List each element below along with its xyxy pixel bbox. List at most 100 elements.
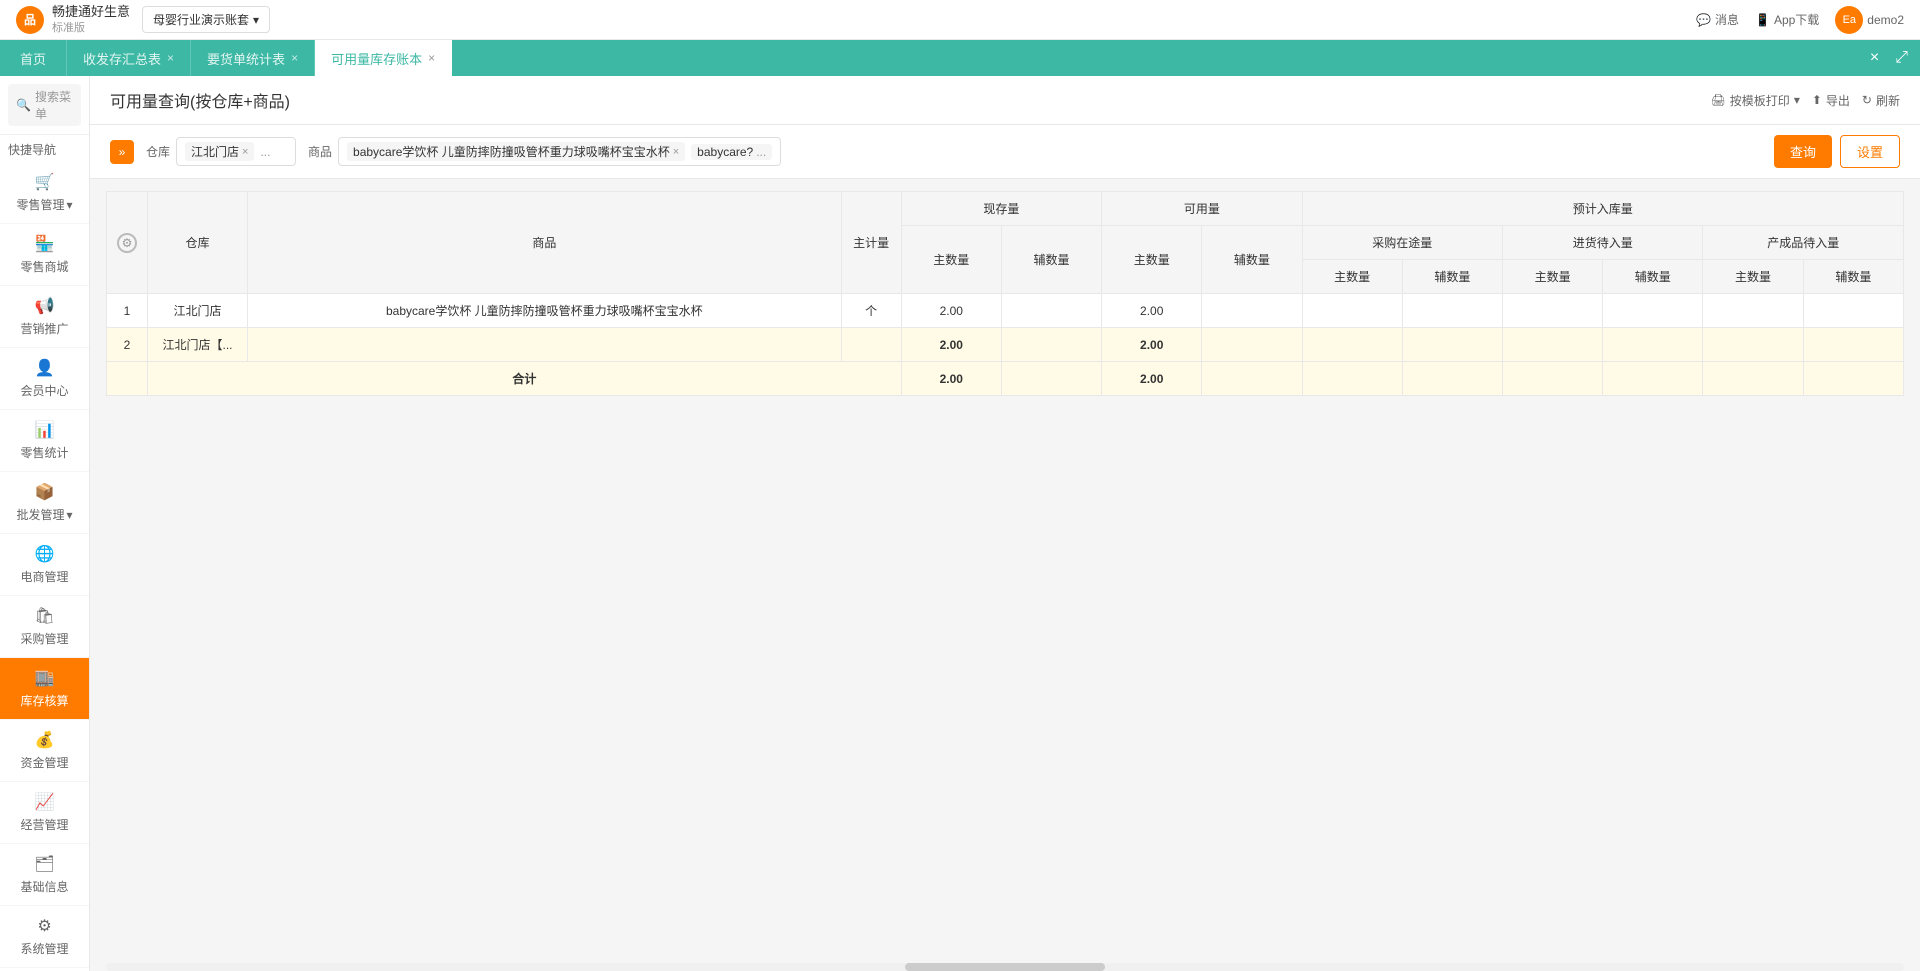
warehouse-tag-remove[interactable]: ×: [242, 146, 248, 158]
incoming-aux-header: 辅数量: [1603, 260, 1703, 294]
top-bar: 品 畅捷通好生意 标准版 母婴行业演示账套 ▾ 💬 消息 📱 App下载 Ea …: [0, 0, 1920, 40]
tab-order-stats-close[interactable]: ×: [291, 51, 298, 65]
print-template-button[interactable]: 🖨 按模板打印 ▾: [1711, 92, 1800, 109]
product-tag-2: babycare? ...: [691, 144, 772, 160]
page-header: 可用量查询(按仓库+商品) 🖨 按模板打印 ▾ ⬆ 导出 ↻ 刷新: [90, 76, 1920, 125]
operations-icon: 📈: [35, 792, 55, 812]
sidebar-item-marketing-label: 营销推广: [20, 320, 68, 337]
horizontal-scrollbar[interactable]: [106, 963, 1904, 971]
row-1-stock-main: 2.00: [901, 294, 1001, 328]
filter-expand-button[interactable]: »: [110, 140, 134, 164]
sidebar-item-inventory[interactable]: 🏬 库存核算: [0, 658, 89, 720]
refresh-button[interactable]: ↻ 刷新: [1862, 92, 1900, 109]
forecast-in-group-header: 预计入库量: [1302, 192, 1903, 226]
product-tag-input[interactable]: babycare学饮杯 儿童防摔防撞吸管杯重力球吸嘴杯宝宝水杯 × babyca…: [338, 137, 781, 166]
row-1-production-main: [1703, 294, 1803, 328]
chevron-icon: ▾: [66, 198, 72, 212]
brand-name: 畅捷通好生意: [52, 4, 130, 20]
tab-available-stock[interactable]: 可用量库存账本 ×: [315, 40, 452, 76]
message-label: 消息: [1715, 11, 1739, 28]
avatar: Ea: [1835, 6, 1863, 34]
finance-icon: 💰: [35, 730, 55, 750]
production-main-header: 主数量: [1703, 260, 1803, 294]
chevron-down-icon: ▾: [253, 13, 259, 27]
sidebar-item-finance[interactable]: 💰 资金管理: [0, 720, 89, 782]
sidebar-item-retail-stats-label: 零售统计: [20, 444, 68, 461]
purchase-icon: 🛍: [34, 606, 54, 626]
total-production-aux: [1803, 362, 1903, 396]
top-bar-right: 💬 消息 📱 App下载 Ea demo2: [1696, 6, 1904, 34]
sidebar-item-retail[interactable]: 🛒 零售管理 ▾: [0, 162, 89, 224]
system-icon: ⚙: [37, 916, 51, 936]
product-tag-dots[interactable]: ...: [756, 145, 766, 159]
sidebar-item-retail-mall[interactable]: 🏪 零售商城: [0, 224, 89, 286]
mall-icon: 🏪: [35, 234, 55, 254]
tab-receivable[interactable]: 收发存汇总表 ×: [67, 40, 191, 76]
sidebar-item-operations-label: 经营管理: [20, 816, 68, 833]
page-title: 可用量查询(按仓库+商品): [110, 88, 290, 112]
total-incoming-main: [1502, 362, 1602, 396]
tab-receivable-label: 收发存汇总表: [83, 49, 161, 68]
row-2-stock-aux: [1001, 328, 1101, 362]
sidebar-item-system[interactable]: ⚙ 系统管理: [0, 906, 89, 968]
sidebar-item-members[interactable]: 👤 会员中心: [0, 348, 89, 410]
row-2-production-aux: [1803, 328, 1903, 362]
chevron-print-icon: ▾: [1794, 93, 1800, 107]
basics-icon: 🗂: [34, 854, 54, 874]
sidebar-item-wholesale[interactable]: 📦 批发管理 ▾: [0, 472, 89, 534]
industry-selector[interactable]: 母婴行业演示账套 ▾: [142, 6, 270, 33]
sidebar-item-basics-label: 基础信息: [20, 878, 68, 895]
fullscreen-button[interactable]: ⤢: [1891, 45, 1912, 71]
total-purchase-transit-aux: [1402, 362, 1502, 396]
warehouse-tag-input[interactable]: 江北门店 × ...: [176, 137, 296, 166]
warehouse-column-header: 仓库: [148, 192, 248, 294]
sidebar-item-marketing[interactable]: 📢 营销推广: [0, 286, 89, 348]
tab-available-stock-close[interactable]: ×: [428, 51, 435, 65]
row-1-production-aux: [1803, 294, 1903, 328]
sidebar-item-retail-stats[interactable]: 📊 零售统计: [0, 410, 89, 472]
row-2-unit: [841, 328, 901, 362]
row-2-available-main: 2.00: [1102, 328, 1202, 362]
incoming-header: 进货待入量: [1502, 226, 1702, 260]
sidebar-item-purchase[interactable]: 🛍 采购管理: [0, 596, 89, 658]
scrollbar-thumb[interactable]: [905, 963, 1105, 971]
warehouse-filter-dots[interactable]: ...: [260, 145, 270, 159]
row-1-no: 1: [107, 294, 148, 328]
product-column-header: 商品: [248, 192, 842, 294]
row-1-purchase-transit-main: [1302, 294, 1402, 328]
app-download-button[interactable]: 📱 App下载: [1755, 11, 1819, 28]
close-window-button[interactable]: ×: [1866, 45, 1883, 71]
tab-home[interactable]: 首页: [0, 40, 67, 76]
top-bar-left: 品 畅捷通好生意 标准版 母婴行业演示账套 ▾: [16, 4, 270, 36]
total-production-main: [1703, 362, 1803, 396]
sidebar-item-ecommerce-label: 电商管理: [20, 568, 68, 585]
sidebar-item-operations[interactable]: 📈 经营管理: [0, 782, 89, 844]
warehouse-filter-field: 仓库 江北门店 × ...: [146, 137, 296, 166]
inventory-icon: 🏬: [35, 668, 55, 688]
row-2-incoming-aux: [1603, 328, 1703, 362]
sidebar-item-members-label: 会员中心: [20, 382, 68, 399]
product-tag-1-remove[interactable]: ×: [673, 146, 679, 158]
sidebar-item-basics[interactable]: 🗂 基础信息: [0, 844, 89, 906]
query-button[interactable]: 查询: [1774, 135, 1832, 168]
settings-button[interactable]: 设置: [1840, 135, 1900, 168]
row-1-unit: 个: [841, 294, 901, 328]
search-menu-label: 搜索菜单: [35, 88, 73, 122]
row-1-warehouse: 江北门店: [148, 294, 248, 328]
user-menu[interactable]: Ea demo2: [1835, 6, 1904, 34]
total-stock-aux: [1001, 362, 1101, 396]
tab-available-stock-label: 可用量库存账本: [331, 49, 422, 68]
row-2-stock-main: 2.00: [901, 328, 1001, 362]
column-settings-button[interactable]: ⚙: [117, 233, 137, 253]
available-group-header: 可用量: [1102, 192, 1302, 226]
search-menu-button[interactable]: 🔍 搜索菜单: [8, 84, 81, 126]
product-tag-1: babycare学饮杯 儿童防摔防撞吸管杯重力球吸嘴杯宝宝水杯 ×: [347, 142, 685, 161]
message-button[interactable]: 💬 消息: [1696, 11, 1739, 28]
sidebar-item-purchase-label: 采购管理: [20, 630, 68, 647]
export-button[interactable]: ⬆ 导出: [1812, 92, 1850, 109]
brand-info: 畅捷通好生意 标准版: [52, 4, 130, 36]
sidebar-item-ecommerce[interactable]: 🌐 电商管理: [0, 534, 89, 596]
tab-receivable-close[interactable]: ×: [167, 51, 174, 65]
tab-order-stats[interactable]: 要货单统计表 ×: [191, 40, 315, 76]
tab-order-stats-label: 要货单统计表: [207, 49, 285, 68]
